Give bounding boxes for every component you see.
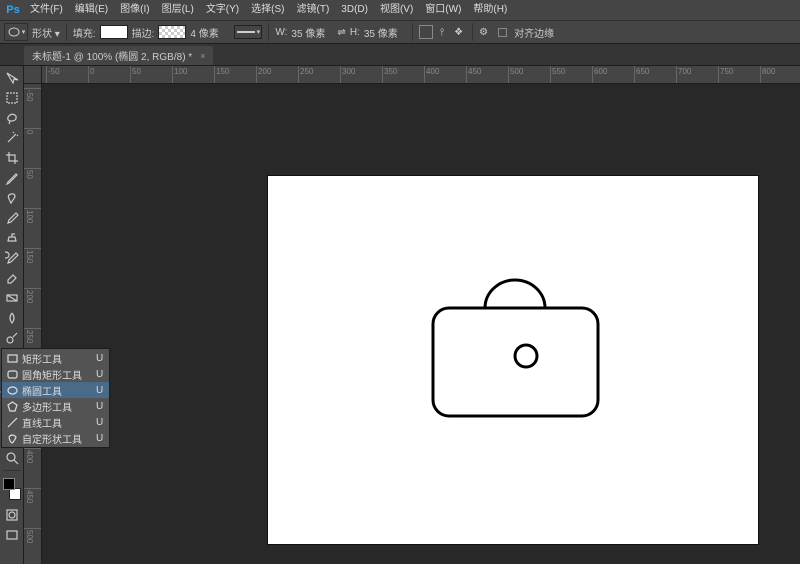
- height-field[interactable]: 35 像素: [364, 25, 406, 39]
- flyout-shortcut: U: [86, 417, 103, 428]
- document-tab-bar: 未标题-1 @ 100% (椭圆 2, RGB/8) * ×: [0, 44, 800, 66]
- foreground-background-colors[interactable]: [2, 477, 22, 501]
- tools-panel: [0, 66, 24, 564]
- menu-item[interactable]: 图层(L): [156, 0, 200, 20]
- height-label: H:: [350, 27, 360, 38]
- path-arrange-icon[interactable]: ❖: [451, 27, 466, 38]
- shape-ellipse: [515, 345, 537, 367]
- clone-stamp-tool[interactable]: [2, 228, 22, 248]
- magic-wand-tool[interactable]: [2, 128, 22, 148]
- menu-item[interactable]: 图像(I): [114, 0, 155, 20]
- document-tab[interactable]: 未标题-1 @ 100% (椭圆 2, RGB/8) * ×: [24, 46, 213, 65]
- flyout-shortcut: U: [86, 401, 103, 412]
- options-bar: ▾ 形状 ▾ 填充: 描边: 4 像素 ▾ W: 35 像素 ⇌ H: 35 像…: [0, 20, 800, 44]
- width-label: W:: [275, 27, 287, 38]
- gradient-tool[interactable]: [2, 288, 22, 308]
- canvas-artwork: [268, 176, 758, 544]
- fill-label: 填充:: [73, 25, 96, 40]
- line-icon: [6, 416, 18, 428]
- link-wh-icon[interactable]: ⇌: [337, 27, 345, 38]
- document-tab-title: 未标题-1 @ 100% (椭圆 2, RGB/8) *: [32, 48, 192, 63]
- brush-tool[interactable]: [2, 208, 22, 228]
- quickmask-icon[interactable]: [2, 505, 22, 525]
- menu-bar: Ps 文件(F)编辑(E)图像(I)图层(L)文字(Y)选择(S)滤镜(T)3D…: [0, 0, 800, 20]
- shape-flyout-item[interactable]: 圆角矩形工具 U: [2, 366, 109, 382]
- dodge-tool[interactable]: [2, 328, 22, 348]
- flyout-label: 矩形工具: [22, 351, 62, 366]
- close-tab-icon[interactable]: ×: [200, 51, 205, 61]
- shape-flyout-item[interactable]: 直线工具 U: [2, 414, 109, 430]
- ruler-corner: [24, 66, 42, 84]
- path-align-icon[interactable]: ⫯: [437, 27, 447, 38]
- menu-item[interactable]: 视图(V): [374, 0, 419, 20]
- flyout-label: 多边形工具: [22, 399, 72, 414]
- flyout-label: 自定形状工具: [22, 431, 82, 446]
- blur-tool[interactable]: [2, 308, 22, 328]
- move-tool[interactable]: [2, 68, 22, 88]
- menu-item[interactable]: 帮助(H): [467, 0, 513, 20]
- menu-item[interactable]: 窗口(W): [419, 0, 467, 20]
- align-edges-checkbox[interactable]: [498, 28, 507, 37]
- flyout-label: 圆角矩形工具: [22, 367, 82, 382]
- shape-flyout-item[interactable]: 自定形状工具 U: [2, 430, 109, 446]
- menu-item[interactable]: 3D(D): [335, 0, 374, 20]
- ruler-vertical[interactable]: -50050100150200250300350400450500550600: [24, 84, 42, 564]
- screenmode-icon[interactable]: [2, 525, 22, 545]
- menu-item[interactable]: 文字(Y): [200, 0, 245, 20]
- ruler-horizontal[interactable]: -500501001502002503003504004505005506006…: [42, 66, 800, 84]
- stroke-swatch[interactable]: [158, 25, 186, 39]
- workspace: -500501001502002503003504004505005506006…: [24, 66, 800, 564]
- shape-flyout-item[interactable]: 矩形工具 U: [2, 350, 109, 366]
- menu-item[interactable]: 文件(F): [24, 0, 69, 20]
- ps-logo: Ps: [2, 2, 24, 18]
- flyout-shortcut: U: [86, 433, 103, 444]
- shape-tool-flyout: 矩形工具 U 圆角矩形工具 U 椭圆工具 U 多边形工具 U 直线工具 U 自定形状工具 U: [1, 348, 110, 448]
- width-field[interactable]: 35 像素: [291, 25, 333, 39]
- menu-item[interactable]: 选择(S): [245, 0, 290, 20]
- roundrect-icon: [6, 368, 18, 380]
- history-brush-tool[interactable]: [2, 248, 22, 268]
- gear-icon[interactable]: ⚙: [479, 27, 488, 38]
- shape-mode-label[interactable]: 形状 ▾: [32, 25, 60, 40]
- healing-tool[interactable]: [2, 188, 22, 208]
- main-area: 矩形工具 U 圆角矩形工具 U 椭圆工具 U 多边形工具 U 直线工具 U 自定形状工具 U -500…: [0, 66, 800, 564]
- rect-icon: [6, 352, 18, 364]
- stroke-label: 描边:: [132, 25, 155, 40]
- marquee-tool[interactable]: [2, 88, 22, 108]
- crop-tool[interactable]: [2, 148, 22, 168]
- flyout-label: 直线工具: [22, 415, 62, 430]
- flyout-shortcut: U: [86, 385, 103, 396]
- lasso-tool[interactable]: [2, 108, 22, 128]
- align-edges-label: 对齐边缘: [514, 25, 554, 40]
- shape-arc: [485, 280, 545, 308]
- flyout-label: 椭圆工具: [22, 383, 62, 398]
- zoom-tool[interactable]: [2, 448, 22, 468]
- canvas[interactable]: [268, 176, 758, 544]
- stroke-width-field[interactable]: 4 像素: [190, 25, 230, 40]
- ellipse-icon: [6, 384, 18, 396]
- flyout-shortcut: U: [86, 369, 103, 380]
- flyout-shortcut: U: [86, 353, 103, 364]
- stroke-style[interactable]: ▾: [234, 25, 262, 39]
- menu-item[interactable]: 编辑(E): [69, 0, 114, 20]
- eyedropper-tool[interactable]: [2, 168, 22, 188]
- shape-flyout-item[interactable]: 多边形工具 U: [2, 398, 109, 414]
- fill-swatch[interactable]: [100, 25, 128, 39]
- path-ops-icon[interactable]: [419, 25, 433, 39]
- shape-flyout-item[interactable]: 椭圆工具 U: [2, 382, 109, 398]
- polygon-icon: [6, 400, 18, 412]
- menu-item[interactable]: 滤镜(T): [291, 0, 336, 20]
- tool-preset-icon[interactable]: ▾: [4, 23, 28, 41]
- custom-icon: [6, 432, 18, 444]
- eraser-tool[interactable]: [2, 268, 22, 288]
